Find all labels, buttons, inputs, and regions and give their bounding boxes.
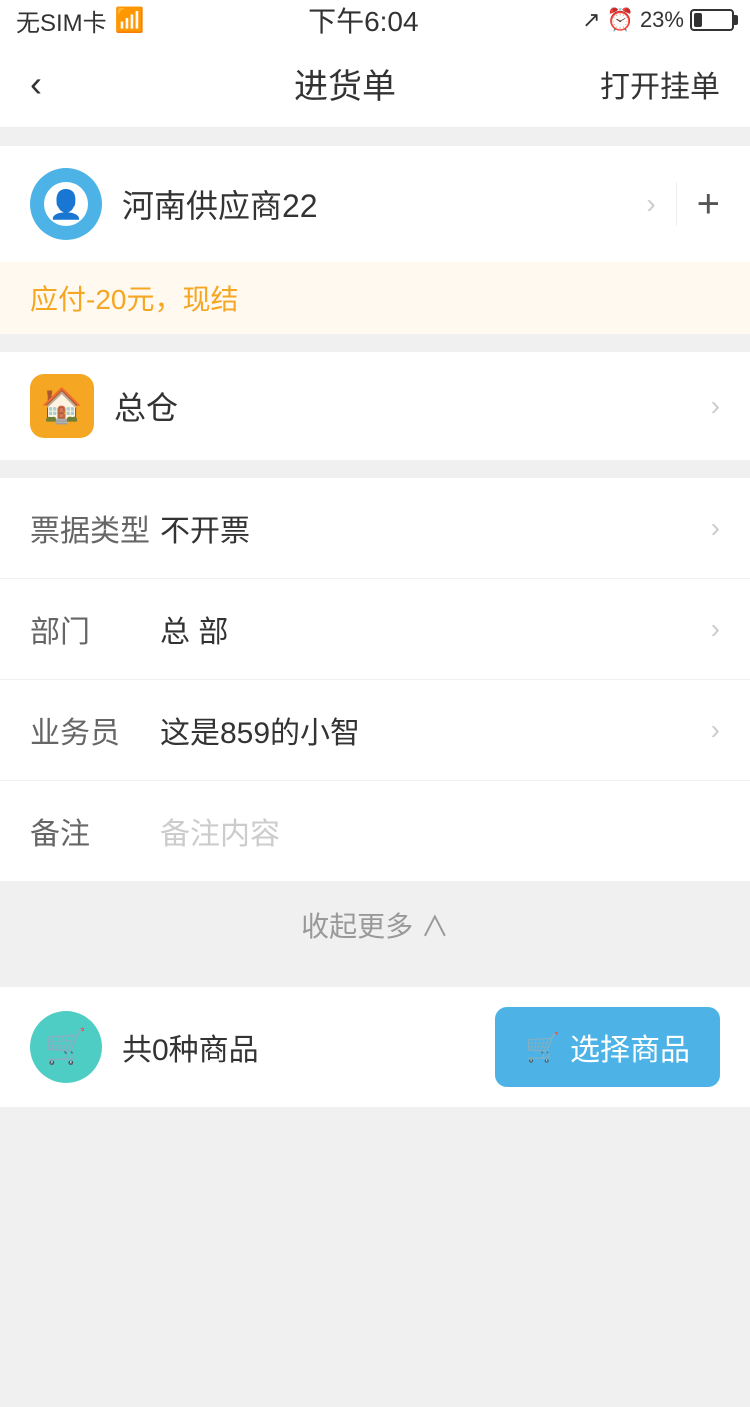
status-bar: 无SIM卡 📶 下午6:04 ↗ ⏰ 23% bbox=[0, 0, 750, 40]
battery-icon bbox=[690, 9, 734, 31]
warehouse-section: 🏠 总仓 › bbox=[0, 352, 750, 460]
open-pending-button[interactable]: 打开挂单 bbox=[600, 62, 720, 106]
page-title: 进货单 bbox=[294, 59, 396, 108]
wifi-icon: 📶 bbox=[115, 6, 145, 35]
remark-row[interactable]: 备注 备注内容 bbox=[0, 780, 750, 881]
battery-percent: 23% bbox=[640, 7, 684, 33]
supplier-row[interactable]: 👤 河南供应商22 › + bbox=[0, 146, 750, 262]
warehouse-icon: 🏠 bbox=[30, 374, 94, 438]
section-gap-3 bbox=[0, 460, 750, 478]
salesman-label: 业务员 bbox=[30, 708, 160, 752]
collapse-row[interactable]: 收起更多 ∧ bbox=[0, 881, 750, 969]
nav-bar: ‹ 进货单 打开挂单 bbox=[0, 40, 750, 128]
user-icon: 👤 bbox=[49, 188, 84, 221]
invoice-type-row[interactable]: 票据类型 不开票 › bbox=[0, 478, 750, 578]
department-value: 总 部 bbox=[160, 607, 711, 651]
section-gap-1 bbox=[0, 128, 750, 146]
carrier-label: 无SIM卡 bbox=[16, 3, 107, 38]
bottom-bg bbox=[0, 1107, 750, 1407]
supplier-avatar: 👤 bbox=[30, 168, 102, 240]
product-icon: 🛒 bbox=[30, 1011, 102, 1083]
time-label: 下午6:04 bbox=[308, 0, 419, 40]
status-left: 无SIM卡 📶 bbox=[16, 3, 145, 38]
location-icon: ↗ bbox=[582, 7, 600, 33]
section-gap-2 bbox=[0, 334, 750, 352]
remark-label: 备注 bbox=[30, 809, 160, 853]
product-row: 🛒 共0种商品 🛒 选择商品 bbox=[0, 987, 750, 1107]
warehouse-row[interactable]: 🏠 总仓 › bbox=[0, 352, 750, 460]
department-chevron-icon: › bbox=[711, 613, 720, 645]
status-right: ↗ ⏰ 23% bbox=[582, 7, 734, 33]
collapse-label: 收起更多 ∧ bbox=[301, 905, 449, 945]
salesman-row[interactable]: 业务员 这是859的小智 › bbox=[0, 679, 750, 780]
remark-input[interactable]: 备注内容 bbox=[160, 809, 720, 853]
warehouse-chevron-icon: › bbox=[711, 390, 720, 422]
alert-text: 应付-20元，现结 bbox=[30, 284, 238, 315]
section-gap-4 bbox=[0, 969, 750, 987]
supplier-actions: › + bbox=[646, 182, 720, 227]
back-button[interactable]: ‹ bbox=[30, 63, 90, 105]
supplier-name: 河南供应商22 bbox=[122, 181, 646, 227]
invoice-chevron-icon: › bbox=[711, 512, 720, 544]
cart-icon: 🛒 bbox=[45, 1027, 87, 1067]
add-button[interactable]: + bbox=[697, 182, 720, 227]
select-product-button[interactable]: 🛒 选择商品 bbox=[495, 1007, 720, 1087]
select-product-label: 选择商品 bbox=[570, 1025, 690, 1069]
home-icon: 🏠 bbox=[41, 386, 83, 426]
product-count: 共0种商品 bbox=[122, 1025, 475, 1069]
supplier-section: 👤 河南供应商22 › + 应付-20元，现结 bbox=[0, 146, 750, 334]
supplier-chevron-icon: › bbox=[646, 188, 655, 220]
department-row[interactable]: 部门 总 部 › bbox=[0, 578, 750, 679]
salesman-chevron-icon: › bbox=[711, 714, 720, 746]
invoice-label: 票据类型 bbox=[30, 506, 160, 550]
select-product-icon: 🛒 bbox=[525, 1031, 560, 1064]
warehouse-name: 总仓 bbox=[114, 383, 711, 429]
invoice-value: 不开票 bbox=[160, 506, 711, 550]
alarm-icon: ⏰ bbox=[607, 7, 634, 33]
form-section: 票据类型 不开票 › 部门 总 部 › 业务员 这是859的小智 › 备注 备注… bbox=[0, 478, 750, 881]
salesman-value: 这是859的小智 bbox=[160, 708, 711, 752]
department-label: 部门 bbox=[30, 607, 160, 651]
alert-banner: 应付-20元，现结 bbox=[0, 262, 750, 334]
vertical-divider bbox=[676, 182, 677, 226]
